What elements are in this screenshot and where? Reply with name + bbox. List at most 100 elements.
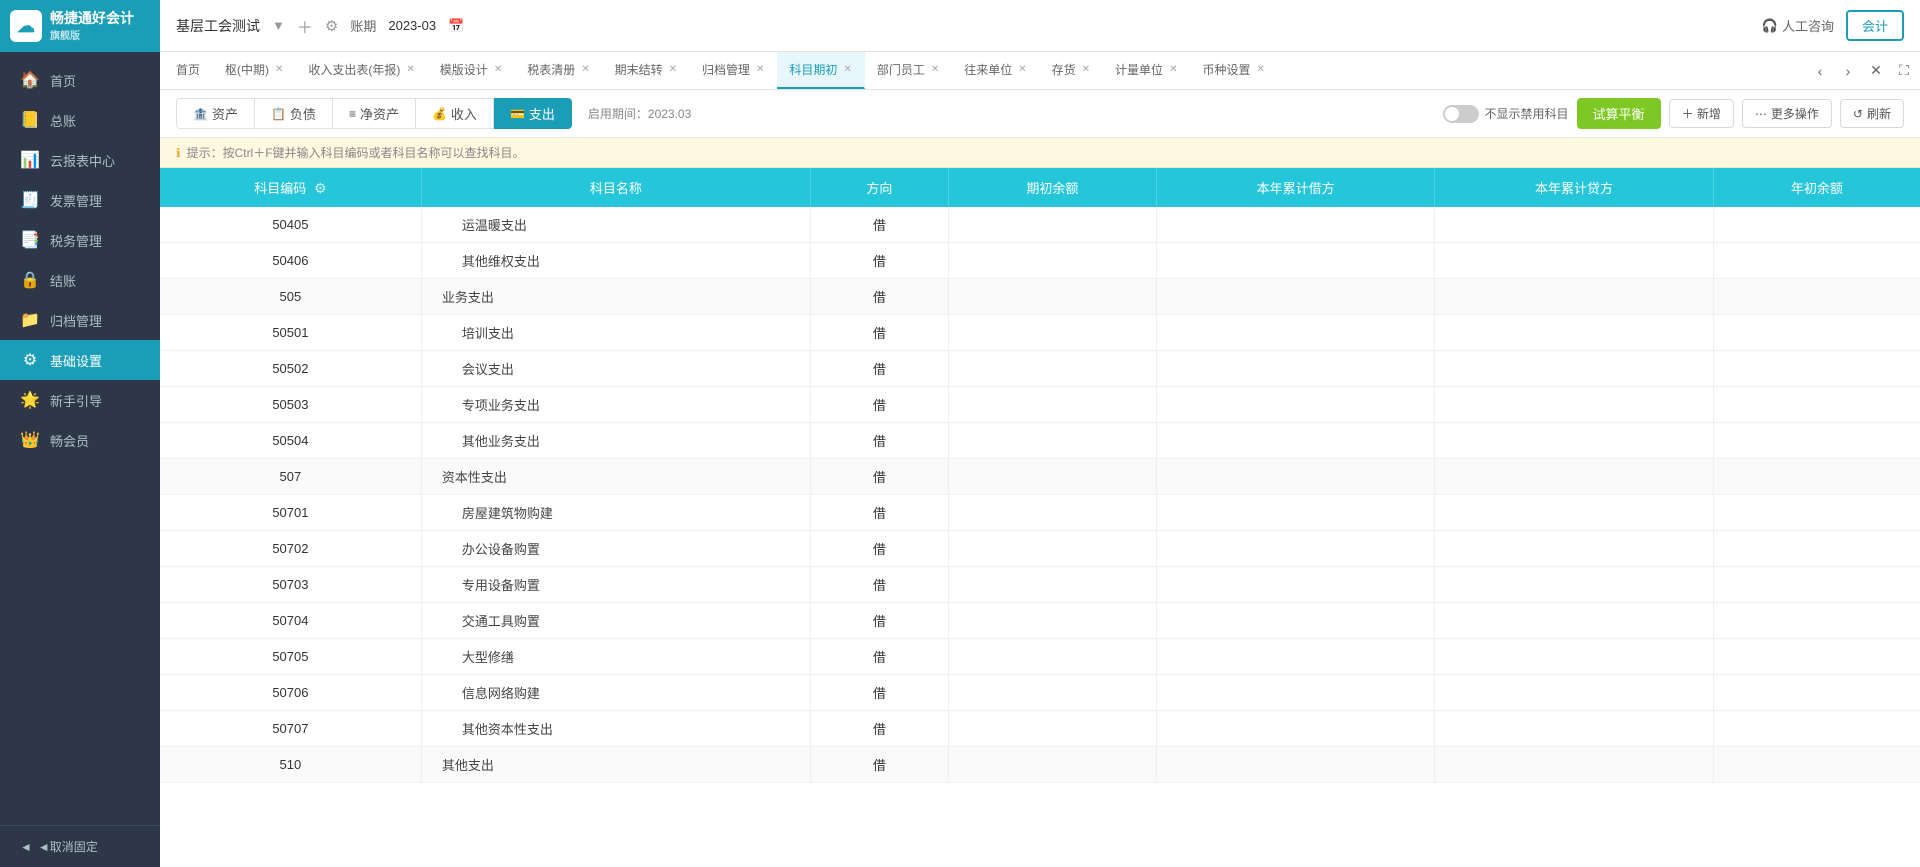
sidebar-item-tax[interactable]: 📑 税务管理: [0, 220, 160, 260]
table-row[interactable]: 50406 其他维权支出 借: [160, 243, 1920, 279]
table-row[interactable]: 50702 办公设备购置 借: [160, 531, 1920, 567]
cell-opening-balance: [948, 243, 1156, 279]
cell-ytd-debit: [1156, 603, 1434, 639]
tab-close-inventory[interactable]: ✕: [1082, 64, 1090, 75]
tab-close-department[interactable]: ✕: [931, 64, 939, 75]
cell-direction: 借: [810, 315, 948, 351]
tab-tax[interactable]: 税表清册✕: [515, 52, 602, 89]
tab-label-period-end: 期末结转: [615, 61, 663, 78]
sidebar-item-report[interactable]: 📊 云报表中心: [0, 140, 160, 180]
disable-toggle[interactable]: [1443, 105, 1479, 123]
dropdown-icon[interactable]: ▼: [272, 18, 285, 33]
sidebar-item-guide[interactable]: 🌟 新手引导: [0, 380, 160, 420]
filter-tab-liability[interactable]: 📋 负债: [255, 98, 333, 129]
table-row[interactable]: 507 资本性支出 借: [160, 459, 1920, 495]
tab-close-archive[interactable]: ✕: [756, 64, 764, 75]
sidebar-footer[interactable]: ◄ ◄取消固定: [0, 825, 160, 867]
cell-code: 50705: [160, 639, 421, 675]
refresh-label: 刷新: [1867, 105, 1891, 122]
cell-direction: 借: [810, 747, 948, 783]
tip-bar: ℹ 提示：按Ctrl＋F键并输入科目编码或者科目名称可以查找科目。: [160, 138, 1920, 168]
sidebar-item-settings[interactable]: ⚙ 基础设置: [0, 340, 160, 380]
add-btn[interactable]: ＋ 新增: [1669, 99, 1734, 128]
tab-close-period-end[interactable]: ✕: [669, 64, 677, 75]
sidebar-item-close[interactable]: 🔒 结账: [0, 260, 160, 300]
cell-code: 50501: [160, 315, 421, 351]
tab-inventory[interactable]: 存货✕: [1040, 52, 1103, 89]
table-row[interactable]: 50705 大型修缮 借: [160, 639, 1920, 675]
cell-code: 50406: [160, 243, 421, 279]
expense-filter-label: 支出: [529, 104, 555, 123]
table-row[interactable]: 510 其他支出 借: [160, 747, 1920, 783]
help-btn[interactable]: 🎧 人工咨询: [1762, 16, 1834, 35]
col-code: 科目编码 ⚙: [160, 168, 421, 207]
tab-period[interactable]: 枢(中期)✕: [213, 52, 296, 89]
filter-tab-asset[interactable]: 🏦 资产: [176, 98, 255, 129]
tab-close-btn[interactable]: ✕: [1864, 59, 1888, 83]
expense-filter-icon: 💳: [510, 107, 525, 121]
tab-subject-init[interactable]: 科目期初✕: [777, 52, 864, 89]
balance-btn[interactable]: 试算平衡: [1577, 98, 1661, 129]
tab-close-income[interactable]: ✕: [406, 64, 414, 75]
tab-prev-btn[interactable]: ‹: [1808, 59, 1832, 83]
cell-code: 505: [160, 279, 421, 315]
tab-close-currency[interactable]: ✕: [1256, 64, 1264, 75]
tab-income[interactable]: 收入支出表(年报)✕: [296, 52, 427, 89]
sidebar-item-ledger[interactable]: 📒 总账: [0, 100, 160, 140]
table-row[interactable]: 50405 运温暖支出 借: [160, 207, 1920, 243]
more-btn[interactable]: ⋯ 更多操作: [1742, 99, 1832, 128]
filter-tab-expense[interactable]: 💳 支出: [494, 98, 572, 129]
tab-department[interactable]: 部门员工✕: [865, 52, 952, 89]
tab-period-end[interactable]: 期末结转 ✕: [603, 52, 690, 89]
tab-archive[interactable]: 归档管理✕: [690, 52, 777, 89]
member-nav-icon: 👑: [20, 430, 40, 450]
period-info: 启用期间：2023.03: [588, 105, 691, 122]
tab-expand-btn[interactable]: ⛶: [1892, 59, 1916, 83]
col-settings-icon[interactable]: ⚙: [314, 180, 327, 196]
sidebar-item-invoice[interactable]: 🧾 发票管理: [0, 180, 160, 220]
filter-tab-net-asset[interactable]: ≡ 净资产: [333, 98, 416, 129]
ledger-nav-label: 总账: [50, 111, 76, 130]
tab-close-template[interactable]: ✕: [494, 64, 502, 75]
filter-tab-income-tab[interactable]: 💰 收入: [416, 98, 494, 129]
tab-label-measure: 计量单位: [1115, 61, 1163, 78]
account-btn[interactable]: 会计: [1846, 10, 1904, 41]
tab-close-period[interactable]: ✕: [275, 64, 283, 75]
table-row[interactable]: 50501 培训支出 借: [160, 315, 1920, 351]
cell-ytd-balance: [1713, 351, 1920, 387]
table-row[interactable]: 50504 其他业务支出 借: [160, 423, 1920, 459]
add-company-btn[interactable]: ＋: [297, 14, 313, 38]
income-tab-filter-icon: 💰: [432, 107, 447, 121]
cell-ytd-balance: [1713, 603, 1920, 639]
tab-contact[interactable]: 往来单位✕: [952, 52, 1039, 89]
calendar-icon[interactable]: 📅: [448, 18, 464, 34]
table-row[interactable]: 50701 房屋建筑物购建 借: [160, 495, 1920, 531]
settings-icon[interactable]: ⚙: [325, 17, 338, 35]
table-row[interactable]: 50503 专项业务支出 借: [160, 387, 1920, 423]
tab-template[interactable]: 模版设计✕: [428, 52, 515, 89]
tab-close-measure[interactable]: ✕: [1169, 64, 1177, 75]
sidebar-item-member[interactable]: 👑 畅会员: [0, 420, 160, 460]
table-row[interactable]: 50703 专用设备购置 借: [160, 567, 1920, 603]
tab-home[interactable]: 首页: [164, 52, 213, 89]
table-row[interactable]: 50704 交通工具购置 借: [160, 603, 1920, 639]
tab-measure[interactable]: 计量单位 ✕: [1103, 52, 1190, 89]
refresh-btn[interactable]: ↺ 刷新: [1840, 99, 1904, 128]
tab-currency[interactable]: 币种设置✕: [1190, 52, 1277, 89]
table-row[interactable]: 50707 其他资本性支出 借: [160, 711, 1920, 747]
cell-code: 50503: [160, 387, 421, 423]
cell-direction: 借: [810, 459, 948, 495]
table-row[interactable]: 50502 会议支出 借: [160, 351, 1920, 387]
table-row[interactable]: 505 业务支出 借: [160, 279, 1920, 315]
tab-close-tax[interactable]: ✕: [581, 64, 589, 75]
tab-close-contact[interactable]: ✕: [1018, 64, 1026, 75]
sidebar-nav: 🏠 首页 📒 总账 📊 云报表中心 🧾 发票管理 📑 税务管理 🔒 结账 📁 归…: [0, 52, 160, 825]
cell-opening-balance: [948, 279, 1156, 315]
table-row[interactable]: 50706 信息网络购建 借: [160, 675, 1920, 711]
tab-next-btn[interactable]: ›: [1836, 59, 1860, 83]
cell-ytd-debit: [1156, 243, 1434, 279]
sidebar-item-archive[interactable]: 📁 归档管理: [0, 300, 160, 340]
tab-close-subject-init[interactable]: ✕: [843, 64, 851, 75]
toggle-wrap: 不显示禁用科目: [1443, 105, 1569, 123]
sidebar-item-home[interactable]: 🏠 首页: [0, 60, 160, 100]
